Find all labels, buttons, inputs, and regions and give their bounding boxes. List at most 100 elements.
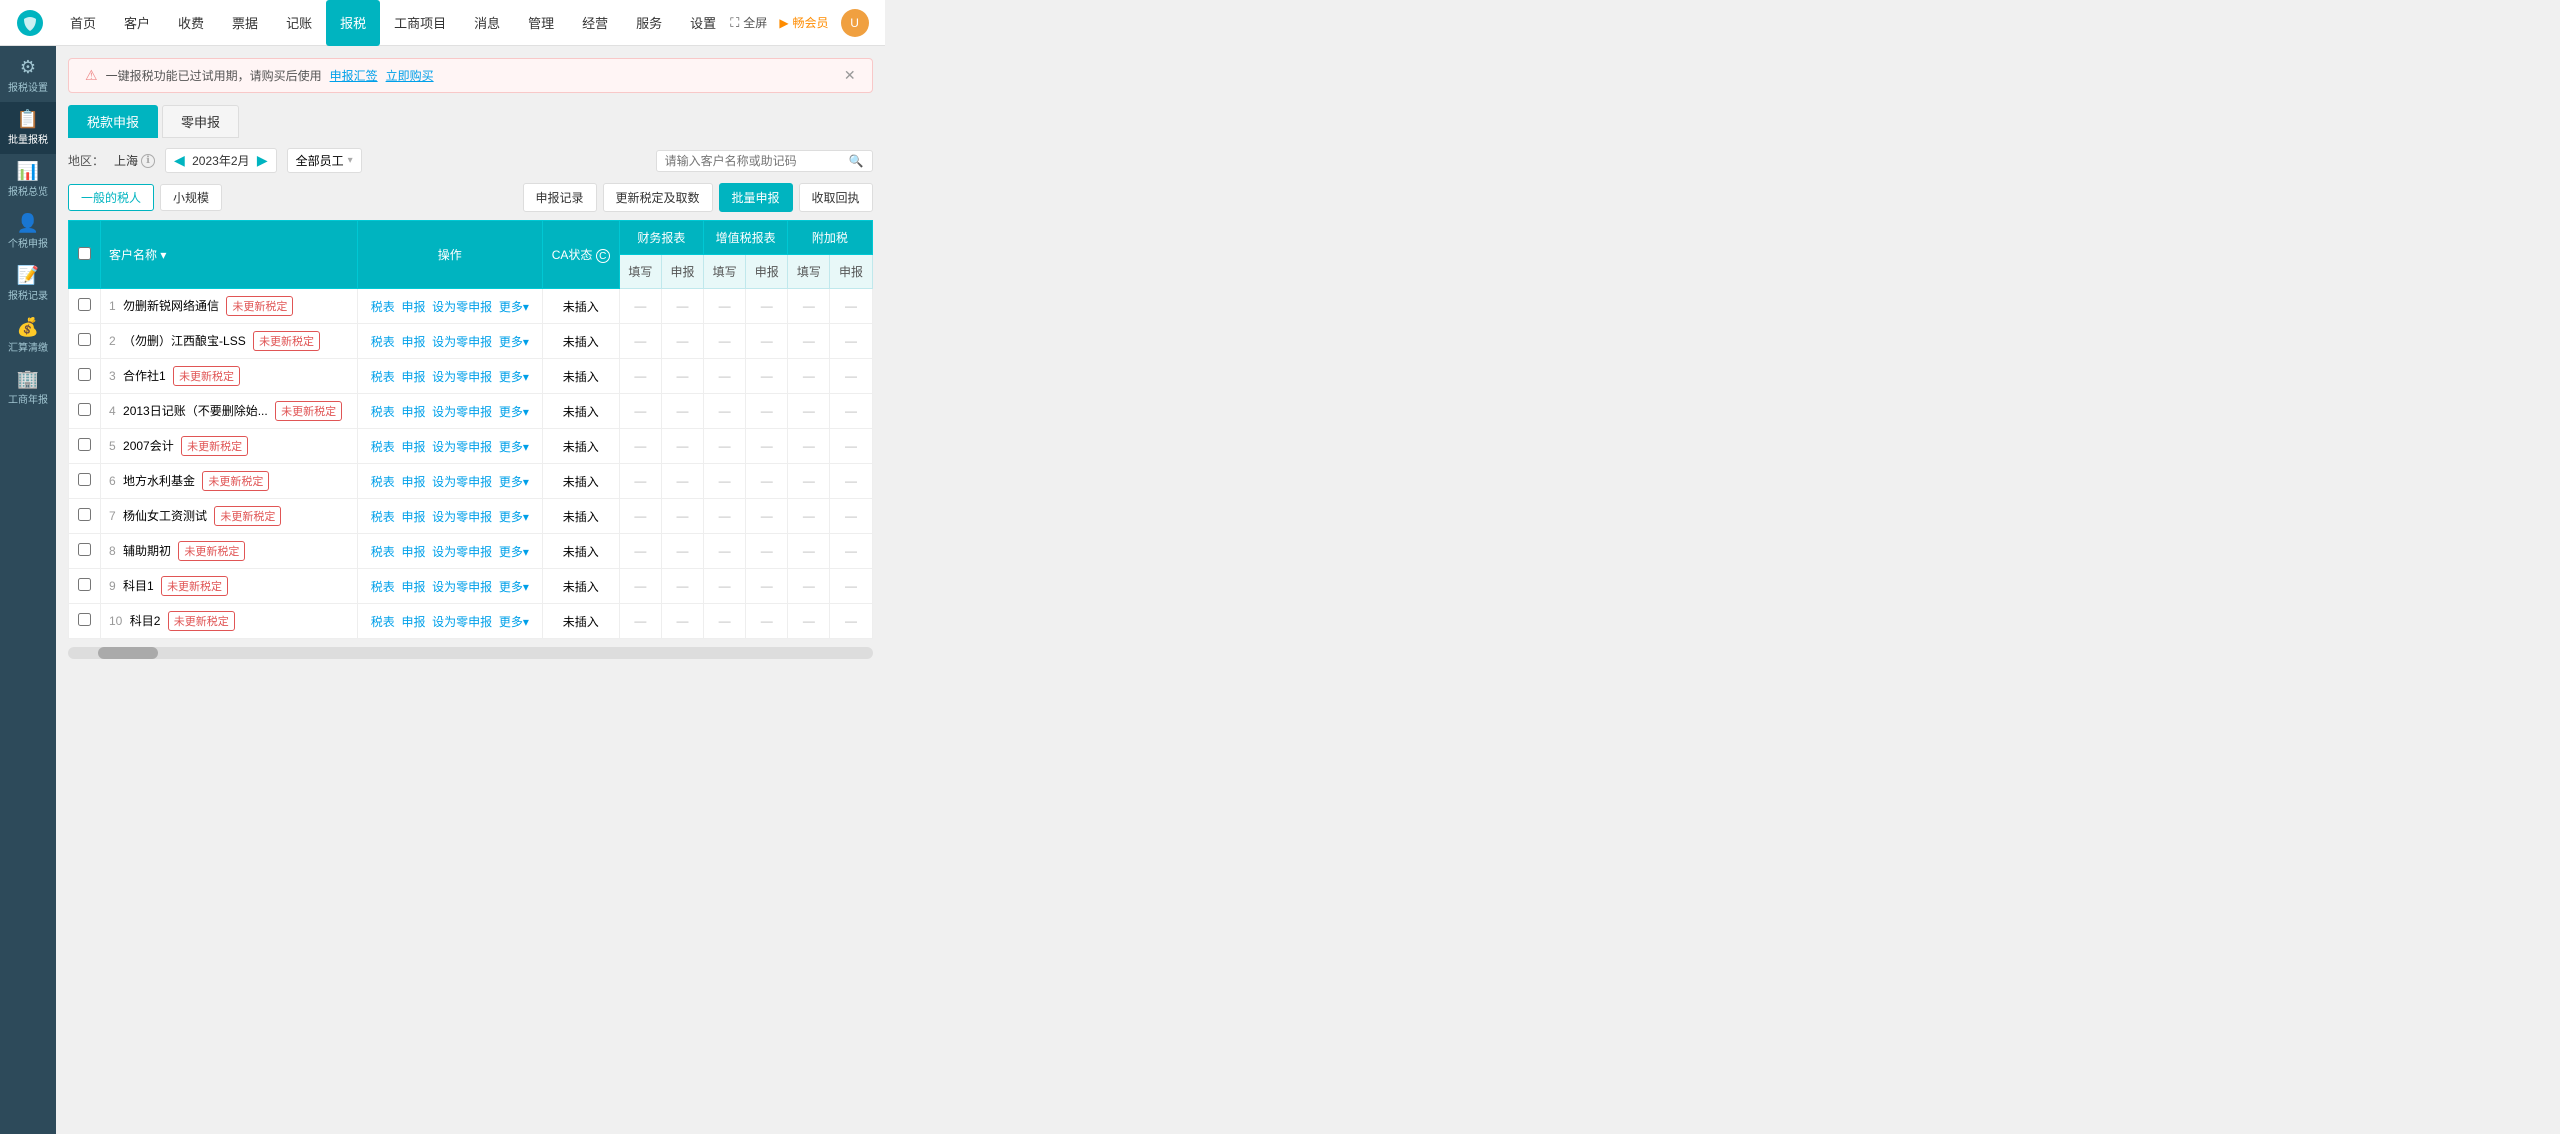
sidebar-item-tax-overview[interactable]: 📊 报税总览 bbox=[0, 154, 56, 206]
retrieve-btn[interactable]: 收取回执 bbox=[799, 183, 873, 212]
action-taxform-6[interactable]: 税表 bbox=[371, 510, 395, 524]
dept-select[interactable]: 全部员工 ▾ bbox=[287, 148, 362, 173]
nav-item-settings[interactable]: 设置 bbox=[676, 0, 730, 46]
horizontal-scrollbar[interactable] bbox=[68, 647, 873, 659]
sidebar-item-personal-tax[interactable]: 👤 个税申报 bbox=[0, 206, 56, 258]
action-more-7[interactable]: 更多▾ bbox=[499, 545, 529, 559]
date-prev-btn[interactable]: ◀ bbox=[174, 152, 185, 169]
table-row: 8 辅助期初 未更新税定 税表 申报 设为零申报 更多▾ 未插入 — — — —… bbox=[69, 534, 873, 569]
nav-right: ⛶ 全屏 ▶ 畅会员 U bbox=[730, 9, 868, 37]
fullscreen-btn[interactable]: ⛶ 全屏 bbox=[730, 14, 767, 31]
data-table: 客户名称 ▾ 操作 CA状态 C 财务报表 增值税报表 附加税 填写 申报 填写 bbox=[68, 220, 873, 639]
nav-item-invoice[interactable]: 票据 bbox=[218, 0, 272, 46]
row-checkbox-1[interactable] bbox=[78, 333, 91, 346]
banner-link-declare[interactable]: 申报汇签 bbox=[330, 67, 378, 84]
upgrade-btn[interactable]: ▶ 畅会员 bbox=[779, 14, 828, 31]
action-declare-2[interactable]: 申报 bbox=[401, 370, 425, 384]
nav-item-accounting[interactable]: 记账 bbox=[272, 0, 326, 46]
tab-small-taxpayer[interactable]: 小规模 bbox=[160, 184, 222, 211]
action-taxform-9[interactable]: 税表 bbox=[371, 615, 395, 629]
sidebar-item-tax-records[interactable]: 📝 报税记录 bbox=[0, 258, 56, 310]
sidebar-item-tax-settings[interactable]: ⚙ 报税设置 bbox=[0, 50, 56, 102]
action-zerodeclare-5[interactable]: 设为零申报 bbox=[432, 475, 492, 489]
batch-declare-btn[interactable]: 批量申报 bbox=[719, 183, 793, 212]
nav-item-client[interactable]: 客户 bbox=[110, 0, 164, 46]
row-checkbox-0[interactable] bbox=[78, 298, 91, 311]
declare-record-btn[interactable]: 申报记录 bbox=[523, 183, 597, 212]
nav-item-message[interactable]: 消息 bbox=[460, 0, 514, 46]
row-checkbox-4[interactable] bbox=[78, 438, 91, 451]
action-zerodeclare-2[interactable]: 设为零申报 bbox=[432, 370, 492, 384]
action-more-9[interactable]: 更多▾ bbox=[499, 615, 529, 629]
select-all-checkbox[interactable] bbox=[78, 247, 91, 260]
sort-icon[interactable]: ▾ bbox=[160, 248, 166, 262]
update-verify-btn[interactable]: 更新税定及取数 bbox=[603, 183, 713, 212]
action-declare-6[interactable]: 申报 bbox=[401, 510, 425, 524]
action-declare-9[interactable]: 申报 bbox=[401, 615, 425, 629]
sidebar-item-annual-report[interactable]: 🏢 工商年报 bbox=[0, 362, 56, 414]
action-taxform-3[interactable]: 税表 bbox=[371, 405, 395, 419]
search-input[interactable] bbox=[665, 154, 845, 168]
action-taxform-2[interactable]: 税表 bbox=[371, 370, 395, 384]
tab-zero-declare[interactable]: 零申报 bbox=[162, 105, 239, 138]
search-icon[interactable]: 🔍 bbox=[849, 154, 864, 168]
action-taxform-5[interactable]: 税表 bbox=[371, 475, 395, 489]
action-declare-8[interactable]: 申报 bbox=[401, 580, 425, 594]
banner-link-buy[interactable]: 立即购买 bbox=[386, 67, 434, 84]
nav-item-manage[interactable]: 管理 bbox=[514, 0, 568, 46]
nav-item-tax[interactable]: 报税 bbox=[326, 0, 380, 46]
tab-general-taxpayer[interactable]: 一般的税人 bbox=[68, 184, 154, 211]
action-more-0[interactable]: 更多▾ bbox=[499, 300, 529, 314]
action-zerodeclare-8[interactable]: 设为零申报 bbox=[432, 580, 492, 594]
row-checkbox-9[interactable] bbox=[78, 613, 91, 626]
action-declare-0[interactable]: 申报 bbox=[401, 300, 425, 314]
action-declare-7[interactable]: 申报 bbox=[401, 545, 425, 559]
action-zerodeclare-4[interactable]: 设为零申报 bbox=[432, 440, 492, 454]
action-zerodeclare-1[interactable]: 设为零申报 bbox=[432, 335, 492, 349]
row-checkbox-3[interactable] bbox=[78, 403, 91, 416]
action-taxform-4[interactable]: 税表 bbox=[371, 440, 395, 454]
region-info-icon[interactable]: ℹ bbox=[141, 154, 155, 168]
banner-close-btn[interactable]: ✕ bbox=[844, 67, 856, 84]
sidebar-item-settlement[interactable]: 💰 汇算清缴 bbox=[0, 310, 56, 362]
action-zerodeclare-9[interactable]: 设为零申报 bbox=[432, 615, 492, 629]
nav-item-operation[interactable]: 经营 bbox=[568, 0, 622, 46]
action-taxform-0[interactable]: 税表 bbox=[371, 300, 395, 314]
nav-item-home[interactable]: 首页 bbox=[56, 0, 110, 46]
action-zerodeclare-7[interactable]: 设为零申报 bbox=[432, 545, 492, 559]
action-more-8[interactable]: 更多▾ bbox=[499, 580, 529, 594]
cell-tax-declare-0: — bbox=[746, 289, 788, 324]
action-declare-3[interactable]: 申报 bbox=[401, 405, 425, 419]
ca-info-icon[interactable]: C bbox=[596, 249, 610, 263]
avatar[interactable]: U bbox=[841, 9, 869, 37]
action-taxform-7[interactable]: 税表 bbox=[371, 545, 395, 559]
action-more-1[interactable]: 更多▾ bbox=[499, 335, 529, 349]
nav-item-service[interactable]: 服务 bbox=[622, 0, 676, 46]
action-more-2[interactable]: 更多▾ bbox=[499, 370, 529, 384]
row-checkbox-8[interactable] bbox=[78, 578, 91, 591]
table-row: 4 2013日记账（不要删除始... 未更新税定 税表 申报 设为零申报 更多▾… bbox=[69, 394, 873, 429]
action-zerodeclare-3[interactable]: 设为零申报 bbox=[432, 405, 492, 419]
nav-item-business[interactable]: 工商项目 bbox=[380, 0, 460, 46]
cell-client-name-9: 10 科目2 未更新税定 bbox=[101, 604, 358, 639]
cell-add-declare-3: — bbox=[830, 394, 872, 429]
row-checkbox-2[interactable] bbox=[78, 368, 91, 381]
action-more-5[interactable]: 更多▾ bbox=[499, 475, 529, 489]
action-taxform-1[interactable]: 税表 bbox=[371, 335, 395, 349]
date-next-btn[interactable]: ▶ bbox=[257, 152, 268, 169]
action-zerodeclare-0[interactable]: 设为零申报 bbox=[432, 300, 492, 314]
action-zerodeclare-6[interactable]: 设为零申报 bbox=[432, 510, 492, 524]
action-more-3[interactable]: 更多▾ bbox=[499, 405, 529, 419]
row-checkbox-5[interactable] bbox=[78, 473, 91, 486]
row-checkbox-6[interactable] bbox=[78, 508, 91, 521]
sidebar-item-batch-tax[interactable]: 📋 批量报税 bbox=[0, 102, 56, 154]
action-declare-5[interactable]: 申报 bbox=[401, 475, 425, 489]
action-declare-1[interactable]: 申报 bbox=[401, 335, 425, 349]
nav-item-fee[interactable]: 收费 bbox=[164, 0, 218, 46]
action-more-6[interactable]: 更多▾ bbox=[499, 510, 529, 524]
tab-tax-declare[interactable]: 税款申报 bbox=[68, 105, 158, 138]
action-taxform-8[interactable]: 税表 bbox=[371, 580, 395, 594]
action-declare-4[interactable]: 申报 bbox=[401, 440, 425, 454]
action-more-4[interactable]: 更多▾ bbox=[499, 440, 529, 454]
row-checkbox-7[interactable] bbox=[78, 543, 91, 556]
